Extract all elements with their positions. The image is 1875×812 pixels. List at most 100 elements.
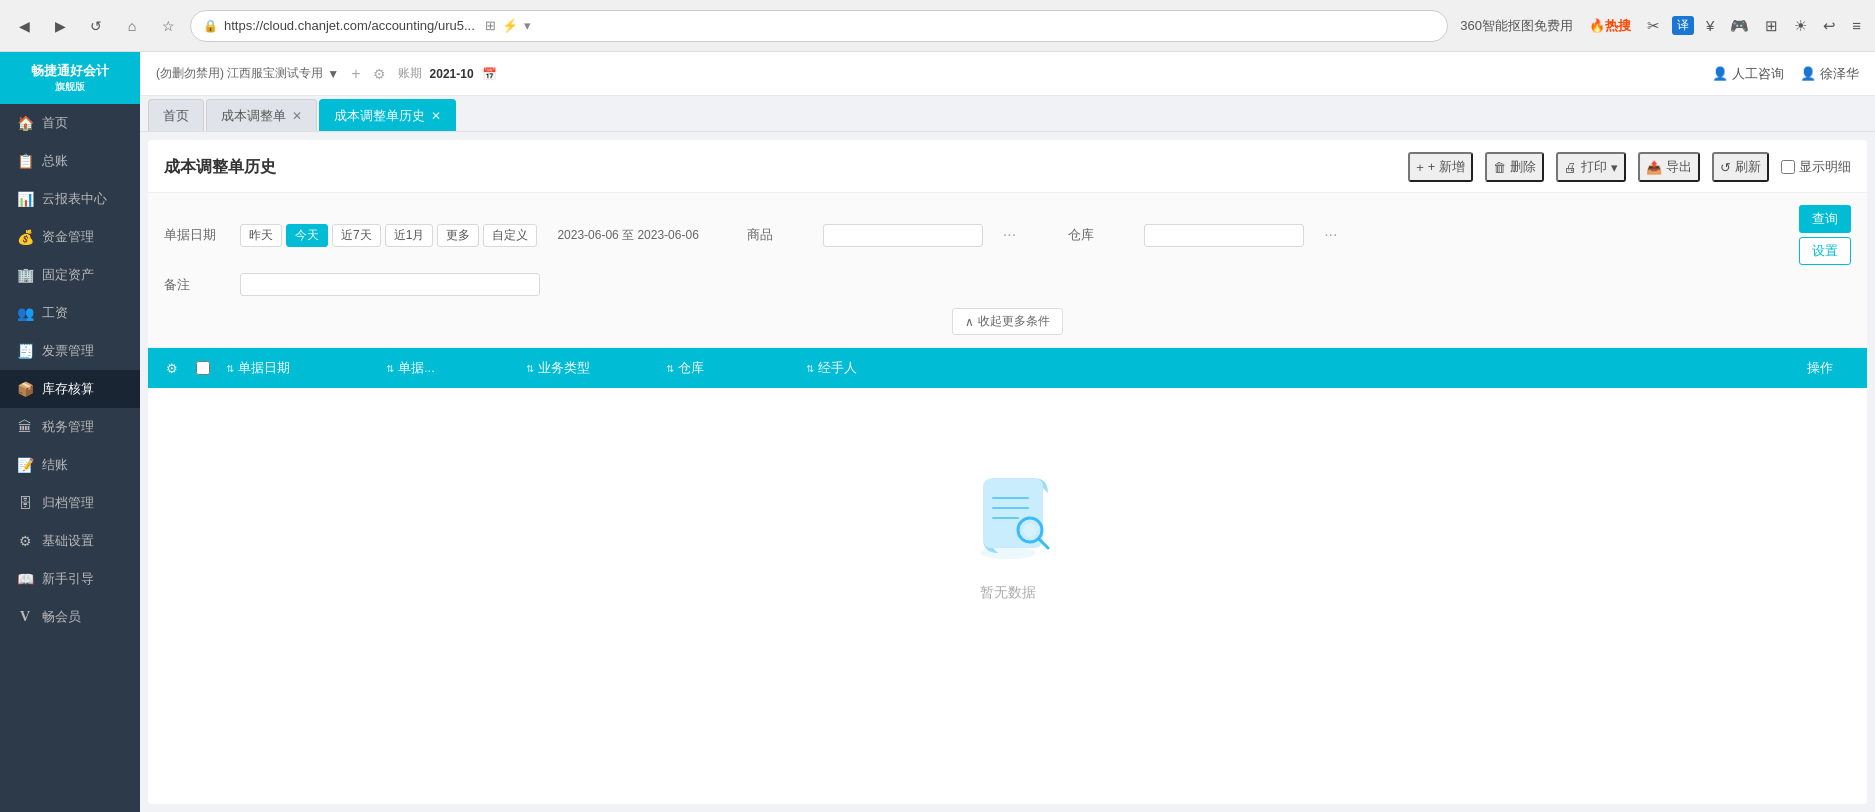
sidebar-item-payroll[interactable]: 👥 工资 bbox=[0, 294, 140, 332]
currency-tool[interactable]: ¥ bbox=[1702, 15, 1718, 36]
th-checkbox-col[interactable] bbox=[188, 361, 218, 375]
logo-line2: 旗舰版 bbox=[31, 80, 109, 93]
th-handler[interactable]: ⇅ 经手人 bbox=[798, 359, 938, 377]
sidebar-item-vip[interactable]: V 畅会员 bbox=[0, 598, 140, 636]
hot-search-label[interactable]: 🔥热搜 bbox=[1585, 15, 1635, 37]
sidebar-label-reports: 云报表中心 bbox=[42, 190, 107, 208]
notes-input[interactable] bbox=[240, 273, 540, 296]
empty-state: 暂无数据 bbox=[148, 388, 1867, 682]
ledger-icon: 📋 bbox=[16, 153, 34, 169]
tab-cost-adjust-close[interactable]: ✕ bbox=[292, 109, 302, 123]
refresh-button[interactable]: ↺ bbox=[82, 12, 110, 40]
sidebar-label-ledger: 总账 bbox=[42, 152, 68, 170]
person-icon: 👤 bbox=[1712, 66, 1728, 81]
undo-tool[interactable]: ↩ bbox=[1819, 15, 1840, 37]
warehouse-more-dots[interactable]: ··· bbox=[1320, 226, 1341, 244]
dropdown-icon[interactable]: ▾ bbox=[524, 18, 531, 33]
consult-btn[interactable]: 👤 人工咨询 bbox=[1712, 65, 1784, 83]
print-btn[interactable]: 🖨 打印 ▾ bbox=[1556, 152, 1626, 182]
star-button[interactable]: ☆ bbox=[154, 12, 182, 40]
tab-cost-adjust[interactable]: 成本调整单 ✕ bbox=[206, 99, 317, 131]
forward-button[interactable]: ▶ bbox=[46, 12, 74, 40]
sidebar-item-guide[interactable]: 📖 新手引导 bbox=[0, 560, 140, 598]
archive-icon: 🗄 bbox=[16, 495, 34, 511]
page-header: 成本调整单历史 + + 新增 🗑 删除 🖨 打印 ▾ bbox=[148, 140, 1867, 193]
topbar-settings-icon[interactable]: ⚙ bbox=[373, 66, 386, 82]
back-button[interactable]: ◀ bbox=[10, 12, 38, 40]
sidebar-item-settings[interactable]: ⚙ 基础设置 bbox=[0, 522, 140, 560]
sidebar-item-archive[interactable]: 🗄 归档管理 bbox=[0, 484, 140, 522]
warehouse-input[interactable] bbox=[1144, 224, 1304, 247]
page-content: 成本调整单历史 + + 新增 🗑 删除 🖨 打印 ▾ bbox=[148, 140, 1867, 804]
sidebar-item-ledger[interactable]: 📋 总账 bbox=[0, 142, 140, 180]
collapse-btn[interactable]: ∧ 收起更多条件 bbox=[952, 308, 1063, 335]
delete-icon: 🗑 bbox=[1493, 160, 1506, 175]
game-tool[interactable]: 🎮 bbox=[1726, 15, 1753, 37]
filter-row-date: 单据日期 昨天 今天 近7天 近1月 更多 自定义 2023-06-06 至 2… bbox=[164, 205, 1851, 265]
date-btn-1month[interactable]: 近1月 bbox=[385, 224, 434, 247]
th-no[interactable]: ⇅ 单据... bbox=[378, 359, 518, 377]
notes-filter-label: 备注 bbox=[164, 276, 224, 294]
sidebar-item-home[interactable]: 🏠 首页 bbox=[0, 104, 140, 142]
delete-btn[interactable]: 🗑 删除 bbox=[1485, 152, 1544, 182]
sun-tool[interactable]: ☀ bbox=[1790, 15, 1811, 37]
tax-icon: 🏛 bbox=[16, 419, 34, 435]
translate-tool[interactable]: 译 bbox=[1672, 16, 1694, 35]
filter-area: 单据日期 昨天 今天 近7天 近1月 更多 自定义 2023-06-06 至 2… bbox=[148, 193, 1867, 348]
filter-settings-btn[interactable]: 设置 bbox=[1799, 237, 1851, 265]
sidebar-item-reports[interactable]: 📊 云报表中心 bbox=[0, 180, 140, 218]
url-text: https://cloud.chanjet.com/accounting/uru… bbox=[224, 18, 475, 33]
company-selector[interactable]: (勿删勿禁用) 江西服宝测试专用 ▼ bbox=[156, 65, 339, 82]
new-btn[interactable]: + + 新增 bbox=[1408, 152, 1473, 182]
user-btn[interactable]: 👤 徐泽华 bbox=[1800, 65, 1859, 83]
sidebar-item-funds[interactable]: 💰 资金管理 bbox=[0, 218, 140, 256]
period-value: 2021-10 bbox=[430, 67, 474, 81]
date-btn-custom[interactable]: 自定义 bbox=[483, 224, 537, 247]
sidebar-item-closing[interactable]: 📝 结账 bbox=[0, 446, 140, 484]
th-settings-col[interactable]: ⚙ bbox=[156, 361, 188, 376]
th-ops: 操作 bbox=[1799, 359, 1859, 377]
sidebar-item-inventory[interactable]: 📦 库存核算 bbox=[0, 370, 140, 408]
calendar-icon: 📅 bbox=[482, 67, 497, 81]
display-checkbox[interactable] bbox=[1781, 160, 1795, 174]
sidebar-label-invoice: 发票管理 bbox=[42, 342, 94, 360]
query-btn[interactable]: 查询 bbox=[1799, 205, 1851, 233]
goods-input[interactable] bbox=[823, 224, 983, 247]
invoice-icon: 🧾 bbox=[16, 343, 34, 359]
tab-cost-adjust-history-close[interactable]: ✕ bbox=[431, 109, 441, 123]
sidebar-item-tax[interactable]: 🏛 税务管理 bbox=[0, 408, 140, 446]
select-all-checkbox[interactable] bbox=[196, 361, 210, 375]
th-warehouse[interactable]: ⇅ 仓库 bbox=[658, 359, 798, 377]
display-toggle[interactable]: 显示明细 bbox=[1781, 158, 1851, 176]
search-hint: 360智能抠图免费用 bbox=[1456, 15, 1577, 37]
period-selector[interactable]: 账期 2021-10 📅 bbox=[398, 65, 497, 82]
svg-point-5 bbox=[1023, 523, 1037, 537]
date-btn-more[interactable]: 更多 bbox=[437, 224, 479, 247]
th-date[interactable]: ⇅ 单据日期 bbox=[218, 359, 378, 377]
th-type[interactable]: ⇅ 业务类型 bbox=[518, 359, 658, 377]
export-btn[interactable]: 📤 导出 bbox=[1638, 152, 1700, 182]
refresh-btn[interactable]: ↺ 刷新 bbox=[1712, 152, 1769, 182]
scissors-tool[interactable]: ✂ bbox=[1643, 15, 1664, 37]
tab-home[interactable]: 首页 bbox=[148, 99, 204, 131]
sidebar-item-invoice[interactable]: 🧾 发票管理 bbox=[0, 332, 140, 370]
date-btn-yesterday[interactable]: 昨天 bbox=[240, 224, 282, 247]
date-btn-7days[interactable]: 近7天 bbox=[332, 224, 381, 247]
table-settings-icon[interactable]: ⚙ bbox=[166, 361, 178, 376]
th-handler-label: 经手人 bbox=[818, 359, 857, 377]
vip-icon: V bbox=[16, 609, 34, 625]
goods-more-dots[interactable]: ··· bbox=[999, 226, 1020, 244]
date-btns: 昨天 今天 近7天 近1月 更多 自定义 bbox=[240, 224, 537, 247]
date-btn-today[interactable]: 今天 bbox=[286, 224, 328, 247]
sidebar-item-assets[interactable]: 🏢 固定资产 bbox=[0, 256, 140, 294]
tab-cost-adjust-history[interactable]: 成本调整单历史 ✕ bbox=[319, 99, 456, 131]
url-bar[interactable]: 🔒 https://cloud.chanjet.com/accounting/u… bbox=[190, 10, 1448, 42]
th-no-label: 单据... bbox=[398, 359, 435, 377]
reports-icon: 📊 bbox=[16, 191, 34, 207]
menu-tool[interactable]: ≡ bbox=[1848, 15, 1865, 36]
tab-home-label: 首页 bbox=[163, 107, 189, 125]
period-label: 账期 bbox=[398, 65, 422, 82]
add-tab-btn[interactable]: + bbox=[351, 65, 360, 83]
home-button[interactable]: ⌂ bbox=[118, 12, 146, 40]
grid-tool[interactable]: ⊞ bbox=[1761, 15, 1782, 37]
